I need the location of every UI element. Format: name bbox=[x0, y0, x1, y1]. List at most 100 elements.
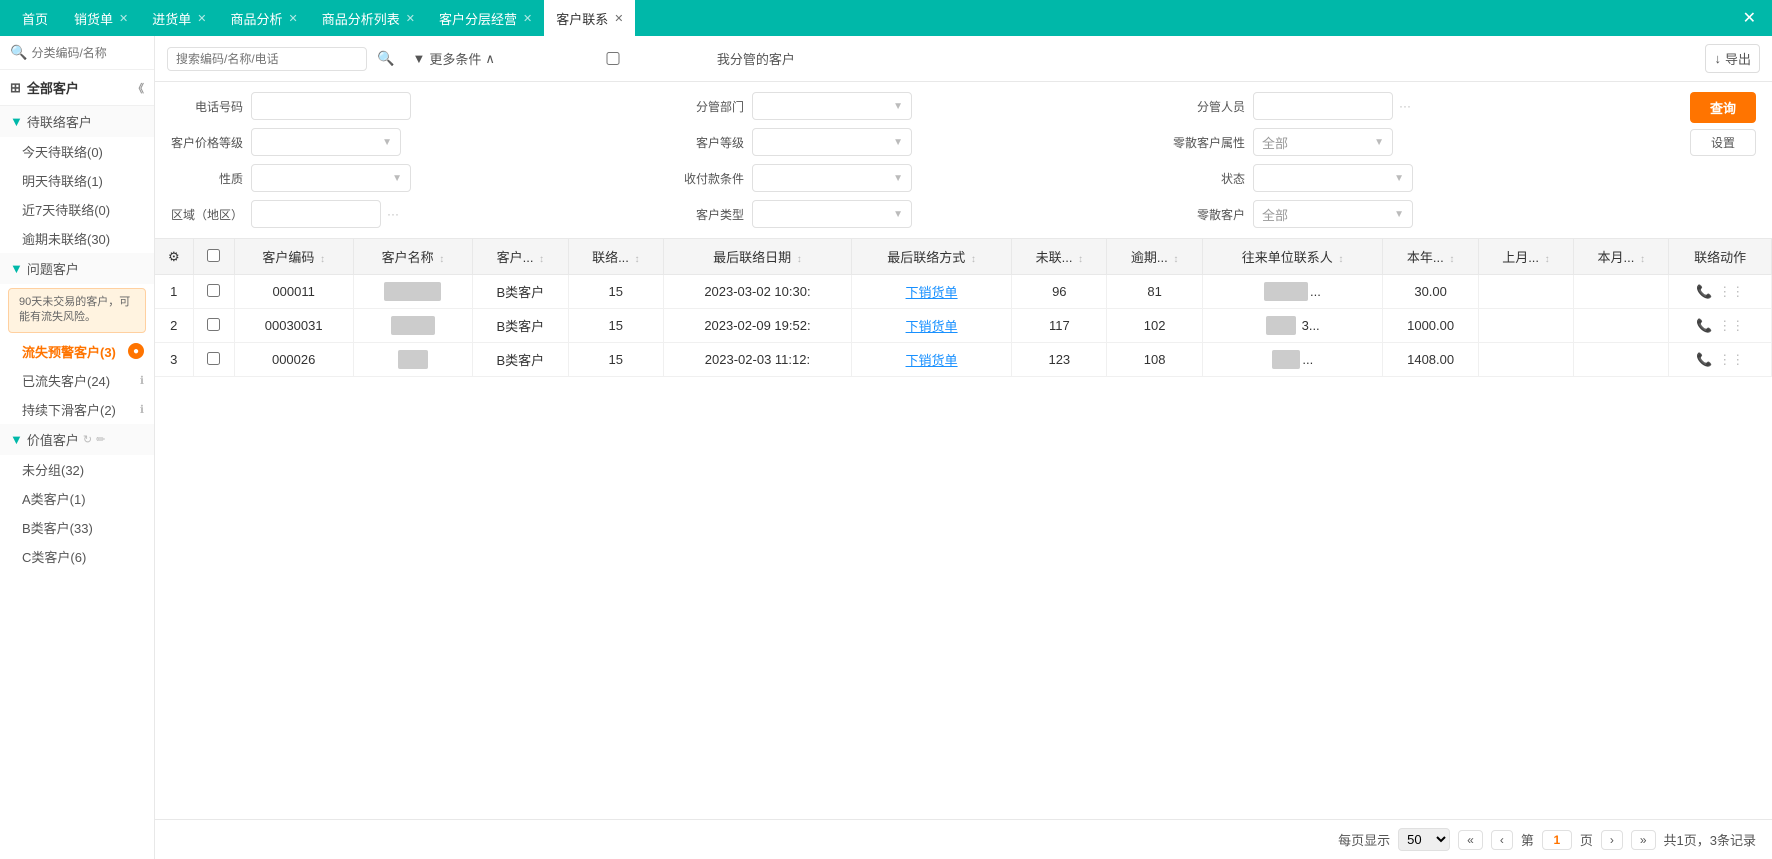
person-select[interactable] bbox=[1253, 92, 1393, 120]
sidebar-item-class-a[interactable]: A类客户(1) bbox=[0, 484, 154, 513]
first-page-btn[interactable]: « bbox=[1458, 830, 1483, 850]
data-table: ⚙ 客户编码 ↕ 客户名称 ↕ 客户... ↕ 联络... ↕ 最后联络日期 ↕… bbox=[155, 239, 1772, 377]
sidebar-item-churn-warning[interactable]: 流失预警客户(3) ● bbox=[0, 337, 154, 366]
row1-more-icon[interactable]: ⋮⋮ bbox=[1718, 284, 1744, 300]
row2-checkbox bbox=[193, 309, 234, 343]
person-more-icon[interactable]: ··· bbox=[1393, 99, 1417, 113]
row2-select-checkbox[interactable] bbox=[207, 318, 220, 331]
per-page-select[interactable]: 50 20 100 bbox=[1398, 828, 1450, 851]
per-page-label: 每页显示 bbox=[1338, 830, 1390, 849]
row3-action: 📞 ⋮⋮ bbox=[1669, 343, 1772, 377]
more-conditions-btn[interactable]: ▼ 更多条件 ∧ bbox=[404, 45, 502, 72]
select-all-checkbox[interactable] bbox=[207, 249, 220, 262]
close-goods-analysis-icon[interactable]: ✕ bbox=[289, 12, 298, 25]
arrow-pending-icon: ▼ bbox=[10, 114, 23, 129]
th-last-way[interactable]: 最后联络方式 ↕ bbox=[851, 239, 1011, 275]
last-page-btn[interactable]: » bbox=[1631, 830, 1656, 850]
settings-icon[interactable]: ⚙ bbox=[168, 249, 180, 264]
row3-more-icon[interactable]: ⋮⋮ bbox=[1718, 352, 1744, 368]
th-liaison[interactable]: 往来单位联系人 ↕ bbox=[1202, 239, 1383, 275]
value-refresh-icon[interactable]: ↻ bbox=[83, 433, 92, 446]
payment-select[interactable]: ▼ bbox=[752, 164, 912, 192]
row2-year: 1000.00 bbox=[1383, 309, 1478, 343]
row2-contact: 15 bbox=[568, 309, 663, 343]
sidebar-item-tomorrow[interactable]: 明天待联络(1) bbox=[0, 166, 154, 195]
row3-select-checkbox[interactable] bbox=[207, 352, 220, 365]
th-uncontacted[interactable]: 未联... ↕ bbox=[1012, 239, 1107, 275]
sidebar-group-problem[interactable]: ▼ 问题客户 bbox=[0, 253, 154, 284]
sidebar-group-pending[interactable]: ▼ 待联络客户 bbox=[0, 106, 154, 137]
sort-uncontact-icon: ↕ bbox=[1078, 254, 1083, 265]
sidebar-item-ungrouped[interactable]: 未分组(32) bbox=[0, 455, 154, 484]
row2-seq: 2 bbox=[155, 309, 193, 343]
sidebar-search-input[interactable] bbox=[31, 46, 144, 60]
customer-type-select[interactable]: ▼ bbox=[752, 200, 912, 228]
row2-way-link[interactable]: 下销货单 bbox=[906, 319, 958, 334]
sidebar-item-overdue[interactable]: 逾期未联络(30) bbox=[0, 224, 154, 253]
collapse-icon[interactable]: 《 bbox=[133, 80, 144, 96]
prev-page-btn[interactable]: ‹ bbox=[1491, 830, 1513, 850]
filter-field-price-grade: 客户价格等级 ▼ bbox=[171, 128, 672, 156]
row1-select-checkbox[interactable] bbox=[207, 284, 220, 297]
sidebar-item-today[interactable]: 今天待联络(0) bbox=[0, 137, 154, 166]
close-purchase-icon[interactable]: ✕ bbox=[197, 12, 206, 25]
th-last-month[interactable]: 上月... ↕ bbox=[1478, 239, 1573, 275]
th-customer-type[interactable]: 客户... ↕ bbox=[473, 239, 569, 275]
th-this-year[interactable]: 本年... ↕ bbox=[1383, 239, 1478, 275]
tab-home[interactable]: 首页 bbox=[8, 0, 62, 36]
page-input[interactable] bbox=[1542, 830, 1572, 850]
th-this-month[interactable]: 本月... ↕ bbox=[1574, 239, 1669, 275]
close-sales-icon[interactable]: ✕ bbox=[119, 12, 128, 25]
tab-purchase[interactable]: 进货单 ✕ bbox=[140, 0, 218, 36]
row2-contact-icon[interactable]: 📞 bbox=[1696, 318, 1712, 334]
close-customer-contact-icon[interactable]: ✕ bbox=[614, 12, 623, 25]
price-grade-select[interactable]: ▼ bbox=[251, 128, 401, 156]
close-customer-layer-icon[interactable]: ✕ bbox=[523, 12, 532, 25]
tab-customer-layer[interactable]: 客户分层经营 ✕ bbox=[427, 0, 544, 36]
search-icon[interactable]: 🔍 bbox=[377, 50, 394, 67]
my-customers-checkbox[interactable] bbox=[513, 52, 713, 65]
status-select[interactable]: ▼ bbox=[1253, 164, 1413, 192]
th-name[interactable]: 客户名称 ↕ bbox=[353, 239, 472, 275]
export-btn[interactable]: ↓ 导出 bbox=[1705, 44, 1760, 73]
sidebar-item-week[interactable]: 近7天待联络(0) bbox=[0, 195, 154, 224]
tab-goods-analysis[interactable]: 商品分析 ✕ bbox=[218, 0, 309, 36]
th-last-date[interactable]: 最后联络日期 ↕ bbox=[663, 239, 851, 275]
sidebar-item-declining[interactable]: 持续下滑客户(2) ℹ bbox=[0, 395, 154, 424]
row1-last-month bbox=[1478, 275, 1573, 309]
th-overdue[interactable]: 逾期... ↕ bbox=[1107, 239, 1202, 275]
tab-sales[interactable]: 销货单 ✕ bbox=[62, 0, 140, 36]
my-customers-checkbox-label[interactable]: 我分管的客户 bbox=[513, 49, 795, 68]
sidebar-item-churned[interactable]: 已流失客户(24) ℹ bbox=[0, 366, 154, 395]
dept-select[interactable]: ▼ bbox=[752, 92, 912, 120]
close-all-icon[interactable]: ✕ bbox=[1735, 8, 1764, 28]
phone-input[interactable] bbox=[251, 92, 411, 120]
main-layout: 🔍 ⊞ 全部客户 《 ▼ 待联络客户 今天待联络(0) 明天待联络(1) 近7天… bbox=[0, 36, 1772, 859]
row1-way-link[interactable]: 下销货单 bbox=[906, 285, 958, 300]
sidebar-all-customers[interactable]: ⊞ 全部客户 《 bbox=[0, 70, 154, 106]
next-page-btn[interactable]: › bbox=[1601, 830, 1623, 850]
th-contact[interactable]: 联络... ↕ bbox=[568, 239, 663, 275]
value-edit-icon[interactable]: ✏ bbox=[96, 433, 105, 446]
nature-select[interactable]: ▼ bbox=[251, 164, 411, 192]
th-code[interactable]: 客户编码 ↕ bbox=[234, 239, 353, 275]
row2-more-icon[interactable]: ⋮⋮ bbox=[1718, 318, 1744, 334]
sidebar-group-value[interactable]: ▼ 价值客户 ↻ ✏ bbox=[0, 424, 154, 455]
row3-way-link[interactable]: 下销货单 bbox=[906, 353, 958, 368]
grade-select[interactable]: ▼ bbox=[752, 128, 912, 156]
row3-contact-icon[interactable]: 📞 bbox=[1696, 352, 1712, 368]
sidebar-item-class-c[interactable]: C类客户(6) bbox=[0, 542, 154, 571]
region-more-icon[interactable]: ··· bbox=[381, 207, 405, 221]
more-conditions-label: 更多条件 bbox=[429, 49, 481, 68]
retail-attr-select[interactable]: 全部 ▼ bbox=[1253, 128, 1393, 156]
row1-contact-icon[interactable]: 📞 bbox=[1696, 284, 1712, 300]
setting-btn[interactable]: 设置 bbox=[1690, 129, 1756, 156]
close-goods-list-icon[interactable]: ✕ bbox=[406, 12, 415, 25]
retail-select[interactable]: 全部 ▼ bbox=[1253, 200, 1413, 228]
tab-goods-list[interactable]: 商品分析列表 ✕ bbox=[310, 0, 427, 36]
search-input[interactable] bbox=[167, 47, 367, 71]
sidebar-item-class-b[interactable]: B类客户(33) bbox=[0, 513, 154, 542]
tab-customer-contact[interactable]: 客户联系 ✕ bbox=[544, 0, 635, 36]
region-select[interactable] bbox=[251, 200, 381, 228]
query-btn[interactable]: 查询 bbox=[1690, 92, 1756, 123]
